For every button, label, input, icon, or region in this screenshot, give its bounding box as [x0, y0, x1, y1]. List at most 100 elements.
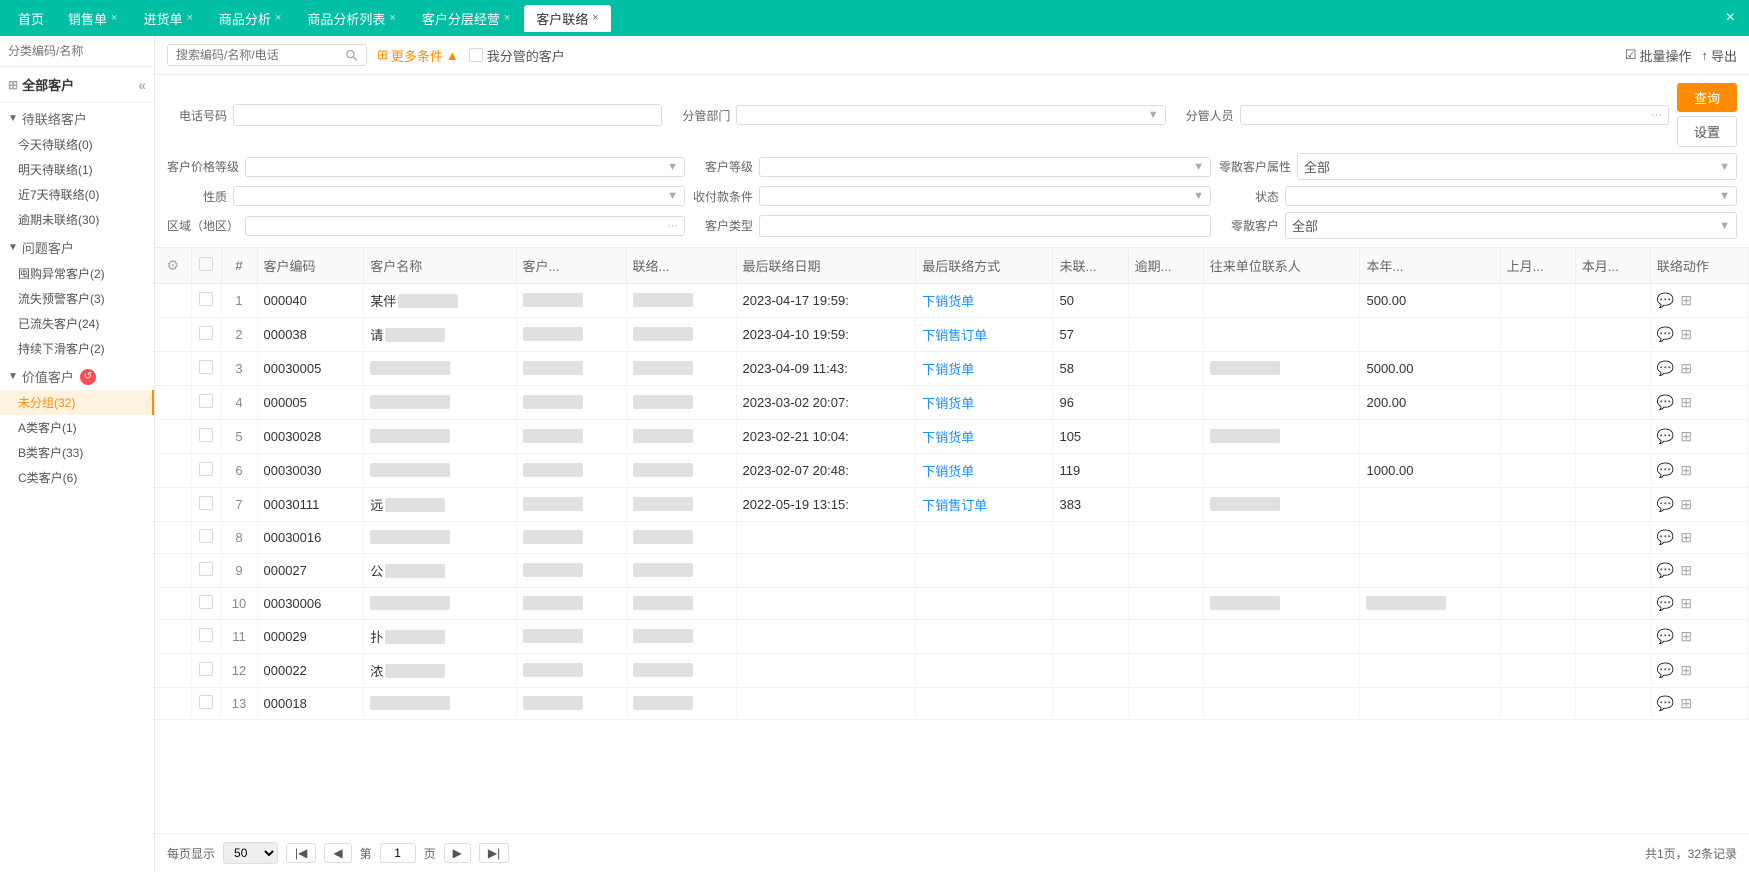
more-conditions-button[interactable]: ⊞ 更多条件 ▲ [377, 46, 459, 65]
row-checkbox-input[interactable] [199, 360, 213, 374]
next-page-button[interactable]: ▶ [444, 843, 471, 863]
gear-icon[interactable]: ⚙ [166, 257, 179, 273]
sidebar-item-ungrouped[interactable]: 未分组(32) [0, 390, 154, 415]
row-checkbox-input[interactable] [199, 595, 213, 609]
row-checkbox-input[interactable] [199, 394, 213, 408]
sidebar-item-churned[interactable]: 已流失客户(24) [0, 311, 154, 336]
sidebar-item-tomorrow[interactable]: 明天待联络(1) [0, 157, 154, 182]
grid-action-icon[interactable]: ⊞ [1680, 662, 1692, 679]
contact-method-link[interactable]: 下销货单 [922, 430, 974, 445]
nav-tab-purchase[interactable]: 进货单 × [131, 5, 204, 32]
reset-button[interactable]: 设置 [1677, 116, 1737, 147]
nav-tab-customer-contact[interactable]: 客户联络 × [524, 5, 610, 32]
sidebar-item-today[interactable]: 今天待联络(0) [0, 132, 154, 157]
per-page-select[interactable]: 50 100 [223, 842, 278, 864]
sidebar-item-class-a[interactable]: A类客户(1) [0, 415, 154, 440]
contact-method-link[interactable]: 下销货单 [922, 362, 974, 377]
row-checkbox-input[interactable] [199, 292, 213, 306]
manager-input[interactable]: ··· [1240, 105, 1669, 125]
prev-page-button[interactable]: ◀ [324, 843, 351, 863]
collapse-icon[interactable]: « [138, 77, 146, 93]
grid-action-icon[interactable]: ⊞ [1680, 292, 1692, 309]
sidebar-item-hoarding[interactable]: 囤购异常客户(2) [0, 261, 154, 286]
retail-select[interactable]: 全部 ▼ [1285, 212, 1737, 239]
grid-action-icon[interactable]: ⊞ [1680, 562, 1692, 579]
grid-action-icon[interactable]: ⊞ [1680, 529, 1692, 546]
status-select[interactable]: ▼ [1285, 186, 1737, 206]
phone-input[interactable] [233, 104, 662, 126]
message-icon[interactable]: 💬 [1657, 394, 1674, 411]
grid-action-icon[interactable]: ⊞ [1680, 428, 1692, 445]
contact-method-link[interactable]: 下销售订单 [922, 498, 987, 513]
sidebar-item-class-b[interactable]: B类客户(33) [0, 440, 154, 465]
row-checkbox-input[interactable] [199, 462, 213, 476]
grid-action-icon[interactable]: ⊞ [1680, 326, 1692, 343]
message-icon[interactable]: 💬 [1657, 562, 1674, 579]
message-icon[interactable]: 💬 [1657, 360, 1674, 377]
row-checkbox-input[interactable] [199, 529, 213, 543]
grid-action-icon[interactable]: ⊞ [1680, 628, 1692, 645]
message-icon[interactable]: 💬 [1657, 292, 1674, 309]
page-input[interactable] [380, 843, 416, 863]
export-button[interactable]: ↑ 导出 [1701, 46, 1737, 65]
contact-method-link[interactable]: 下销货单 [922, 396, 974, 411]
select-all-checkbox[interactable] [199, 257, 213, 271]
all-customers-item[interactable]: ⊞ 全部客户 « [0, 67, 154, 103]
customer-level-select[interactable]: ▼ [759, 157, 1211, 177]
grid-action-icon[interactable]: ⊞ [1680, 496, 1692, 513]
row-checkbox-input[interactable] [199, 662, 213, 676]
sidebar-item-class-c[interactable]: C类客户(6) [0, 465, 154, 490]
close-icon[interactable]: × [389, 12, 395, 24]
close-icon[interactable]: × [186, 12, 192, 24]
message-icon[interactable]: 💬 [1657, 326, 1674, 343]
checkbox-icon[interactable] [469, 48, 483, 62]
message-icon[interactable]: 💬 [1657, 496, 1674, 513]
sidebar-item-churn-warning[interactable]: 流失预警客户(3) [0, 286, 154, 311]
dept-select[interactable]: ▼ [736, 105, 1165, 125]
message-icon[interactable]: 💬 [1657, 595, 1674, 612]
close-all-tabs-button[interactable]: × [1720, 9, 1741, 27]
first-page-button[interactable]: |◀ [286, 843, 316, 863]
row-checkbox-input[interactable] [199, 496, 213, 510]
sidebar-item-7days[interactable]: 近7天待联络(0) [0, 182, 154, 207]
nav-tab-analysis-list[interactable]: 商品分析列表 × [295, 5, 407, 32]
region-input[interactable]: ··· [245, 216, 685, 236]
message-icon[interactable]: 💬 [1657, 695, 1674, 712]
row-checkbox-input[interactable] [199, 562, 213, 576]
refresh-badge[interactable]: ↺ [80, 369, 96, 385]
price-level-select[interactable]: ▼ [245, 157, 685, 177]
close-icon[interactable]: × [275, 12, 281, 24]
nav-tab-customer-layer[interactable]: 客户分层经营 × [410, 5, 522, 32]
contact-method-link[interactable]: 下销售订单 [922, 328, 987, 343]
query-button[interactable]: 查询 [1677, 83, 1737, 112]
nav-tab-analysis[interactable]: 商品分析 × [207, 5, 293, 32]
message-icon[interactable]: 💬 [1657, 662, 1674, 679]
sidebar-item-declining[interactable]: 持续下滑客户(2) [0, 336, 154, 361]
contact-method-link[interactable]: 下销货单 [922, 464, 974, 479]
payment-select[interactable]: ▼ [759, 186, 1211, 206]
message-icon[interactable]: 💬 [1657, 628, 1674, 645]
retail-attr-select[interactable]: 全部 ▼ [1297, 153, 1737, 180]
nature-select[interactable]: ▼ [233, 186, 685, 206]
row-checkbox-input[interactable] [199, 628, 213, 642]
close-icon[interactable]: × [111, 12, 117, 24]
message-icon[interactable]: 💬 [1657, 529, 1674, 546]
customer-type-input[interactable] [759, 215, 1211, 237]
nav-home[interactable]: 首页 [8, 5, 54, 32]
main-search-input[interactable] [176, 48, 341, 62]
grid-action-icon[interactable]: ⊞ [1680, 394, 1692, 411]
close-icon[interactable]: × [592, 12, 598, 24]
row-checkbox-input[interactable] [199, 326, 213, 340]
grid-action-icon[interactable]: ⊞ [1680, 360, 1692, 377]
contact-method-link[interactable]: 下销货单 [922, 294, 974, 309]
sidebar-item-overdue[interactable]: 逾期未联络(30) [0, 207, 154, 232]
row-checkbox-input[interactable] [199, 695, 213, 709]
grid-action-icon[interactable]: ⊞ [1680, 462, 1692, 479]
message-icon[interactable]: 💬 [1657, 428, 1674, 445]
grid-action-icon[interactable]: ⊞ [1680, 595, 1692, 612]
close-icon[interactable]: × [504, 12, 510, 24]
message-icon[interactable]: 💬 [1657, 462, 1674, 479]
sidebar-search-input[interactable] [8, 44, 155, 58]
nav-tab-sales[interactable]: 销售单 × [56, 5, 129, 32]
batch-op-button[interactable]: ☑ 批量操作 [1625, 46, 1692, 65]
